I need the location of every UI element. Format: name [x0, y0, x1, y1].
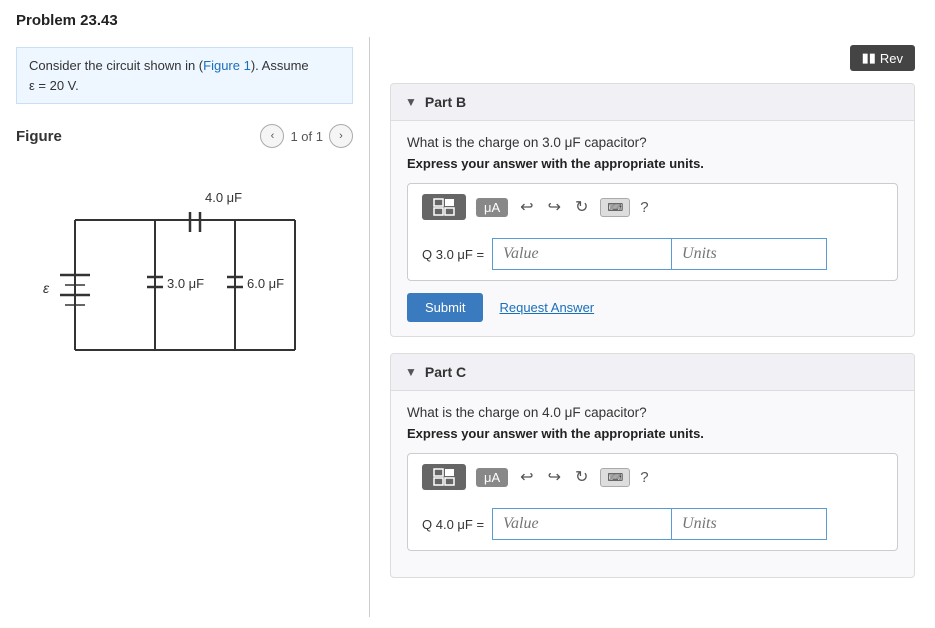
keyboard-icon-c[interactable]: ⌨: [600, 468, 630, 487]
part-c-header[interactable]: ▼ Part C: [391, 354, 914, 391]
part-c-answer-box: μΑ ↩ ↪ ↻ ⌨ ? Q 4.0 μF =: [407, 453, 898, 551]
matrix-icon-c[interactable]: [422, 464, 466, 490]
part-b-request-answer-link[interactable]: Request Answer: [499, 300, 594, 315]
part-c-body: What is the charge on 4.0 μF capacitor? …: [391, 391, 914, 577]
circuit-svg: 4.0 μF ε: [35, 180, 335, 400]
part-b-action-row: Submit Request Answer: [407, 293, 898, 322]
part-b-input-label: Q 3.0 μF =: [422, 247, 484, 262]
part-b-instruction: Express your answer with the appropriate…: [407, 156, 898, 171]
page-title: Problem 23.43: [0, 0, 935, 37]
part-b-submit-button[interactable]: Submit: [407, 293, 483, 322]
part-c-title: Part C: [425, 364, 466, 380]
part-c-question: What is the charge on 4.0 μF capacitor?: [407, 405, 898, 420]
part-b-title: Part B: [425, 94, 466, 110]
part-b-value-input[interactable]: [492, 238, 672, 270]
redo-button-b[interactable]: ↪: [546, 197, 563, 217]
undo-button-b[interactable]: ↩: [518, 197, 535, 217]
redo-button-c[interactable]: ↪: [546, 467, 563, 487]
undo-button-c[interactable]: ↩: [518, 467, 535, 487]
help-icon-c[interactable]: ?: [640, 469, 648, 486]
help-icon-b[interactable]: ?: [640, 199, 648, 216]
context-emf: ε = 20 V.: [29, 78, 79, 93]
svg-text:ε: ε: [43, 280, 50, 296]
mu-icon-b[interactable]: μΑ: [476, 198, 508, 217]
rev-icon: ▮▮: [862, 50, 876, 66]
context-text-after: ). Assume: [251, 58, 309, 73]
part-c-value-input[interactable]: [492, 508, 672, 540]
prev-figure-button[interactable]: ‹: [260, 124, 284, 148]
mu-icon-c[interactable]: μΑ: [476, 468, 508, 487]
figure-label: Figure: [16, 128, 62, 145]
refresh-button-c[interactable]: ↻: [573, 467, 590, 487]
part-b-chevron: ▼: [405, 95, 417, 109]
refresh-button-b[interactable]: ↻: [573, 197, 590, 217]
part-b-answer-box: μΑ ↩ ↪ ↻ ⌨ ? Q 3.0 μF =: [407, 183, 898, 281]
nav-controls: ‹ 1 of 1 ›: [260, 124, 353, 148]
part-c-input-row: Q 4.0 μF =: [422, 508, 883, 540]
c1-label: 4.0 μF: [205, 190, 242, 205]
part-b-question: What is the charge on 3.0 μF capacitor?: [407, 135, 898, 150]
next-figure-button[interactable]: ›: [329, 124, 353, 148]
svg-text:6.0 μF: 6.0 μF: [247, 276, 284, 291]
figure-header: Figure ‹ 1 of 1 ›: [16, 124, 353, 148]
right-panel: ▮▮ Rev ▼ Part B What is the charge on 3.…: [370, 37, 935, 617]
part-c-input-label: Q 4.0 μF =: [422, 517, 484, 532]
part-c-toolbar: μΑ ↩ ↪ ↻ ⌨ ?: [422, 464, 883, 498]
part-b-header[interactable]: ▼ Part B: [391, 84, 914, 121]
context-text-before: Consider the circuit shown in (: [29, 58, 203, 73]
svg-text:3.0 μF: 3.0 μF: [167, 276, 204, 291]
rev-button-area: ▮▮ Rev: [390, 37, 915, 79]
rev-button[interactable]: ▮▮ Rev: [850, 45, 915, 71]
circuit-diagram: 4.0 μF ε: [16, 160, 353, 420]
keyboard-icon-b[interactable]: ⌨: [600, 198, 630, 217]
rev-label: Rev: [880, 51, 903, 66]
part-c-units-input[interactable]: [672, 508, 827, 540]
problem-context: Consider the circuit shown in (Figure 1)…: [16, 47, 353, 104]
part-b-section: ▼ Part B What is the charge on 3.0 μF ca…: [390, 83, 915, 337]
part-c-instruction: Express your answer with the appropriate…: [407, 426, 898, 441]
left-panel: Consider the circuit shown in (Figure 1)…: [0, 37, 370, 617]
matrix-icon[interactable]: [422, 194, 466, 220]
figure-page: 1 of 1: [290, 129, 323, 144]
part-b-toolbar: μΑ ↩ ↪ ↻ ⌨ ?: [422, 194, 883, 228]
part-b-body: What is the charge on 3.0 μF capacitor? …: [391, 121, 914, 336]
figure-link[interactable]: Figure 1: [203, 58, 251, 73]
part-c-chevron: ▼: [405, 365, 417, 379]
part-b-units-input[interactable]: [672, 238, 827, 270]
part-b-input-row: Q 3.0 μF =: [422, 238, 883, 270]
part-c-section: ▼ Part C What is the charge on 4.0 μF ca…: [390, 353, 915, 578]
